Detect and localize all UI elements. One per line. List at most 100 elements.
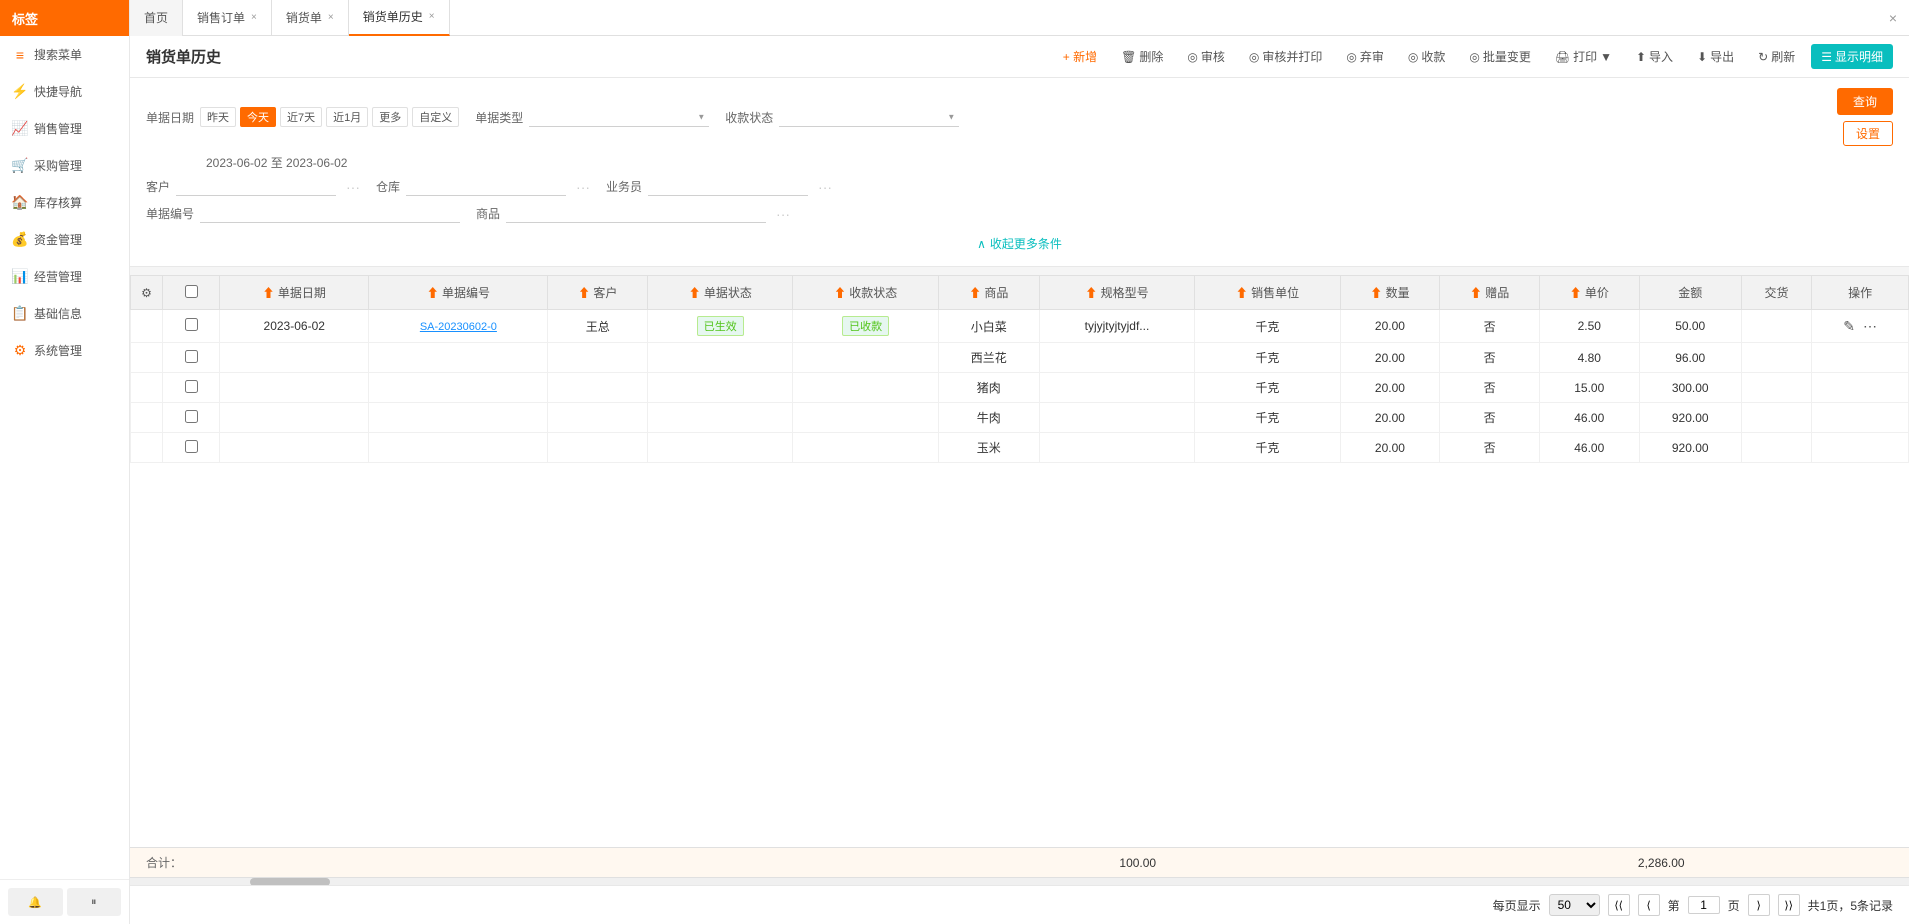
gear-col-header[interactable]: ⚙	[131, 276, 163, 310]
collect-button[interactable]: ◎ 收款	[1400, 44, 1454, 69]
goods-dots-btn[interactable]: ···	[776, 206, 790, 222]
tab-bar-close-all[interactable]: ×	[1877, 10, 1909, 26]
tab-sales-goods-close[interactable]: ×	[328, 12, 334, 23]
audit-button[interactable]: ◎ 审核	[1179, 44, 1233, 69]
checkbox-cell[interactable]	[163, 310, 220, 343]
sidebar-item-base-info[interactable]: 📋 基础信息	[0, 295, 129, 332]
abandon-button[interactable]: ◎ 弃审	[1338, 44, 1392, 69]
date-shortcut-more[interactable]: 更多	[372, 107, 408, 127]
doc-status-col-header[interactable]: ⬆ 单据状态	[648, 276, 793, 310]
row-checkbox[interactable]	[185, 318, 198, 331]
sidebar-notification-btn[interactable]: 🔔	[8, 888, 63, 916]
query-button[interactable]: 查询	[1837, 88, 1893, 115]
refresh-button[interactable]: ↻ 刷新	[1750, 44, 1803, 69]
checkbox-cell[interactable]	[163, 433, 220, 463]
edit-btn[interactable]: ✎	[1843, 318, 1855, 335]
gift-col-header[interactable]: ⬆ 赠品	[1440, 276, 1540, 310]
sidebar-item-inventory[interactable]: 🏠 库存核算	[0, 184, 129, 221]
tab-sales-order-close[interactable]: ×	[251, 12, 257, 23]
sidebar-item-search-menu[interactable]: ≡ 搜索菜单	[0, 36, 129, 73]
sidebar-item-purchase-mgmt[interactable]: 🛒 采购管理	[0, 147, 129, 184]
collapse-button[interactable]: ∧ 收起更多条件	[146, 231, 1893, 256]
show-detail-button[interactable]: ☰ 显示明细	[1811, 44, 1893, 69]
date-shortcut-7days[interactable]: 近7天	[280, 107, 322, 127]
sidebar-item-label: 搜索菜单	[34, 46, 82, 63]
date-shortcut-custom[interactable]: 自定义	[412, 107, 459, 127]
tab-home[interactable]: 首页	[130, 0, 183, 36]
unit-cell: 千克	[1195, 373, 1340, 403]
sidebar-item-finance[interactable]: 💰 资金管理	[0, 221, 129, 258]
qty-col-header[interactable]: ⬆ 数量	[1340, 276, 1440, 310]
collect-status-filter: 收款状态	[725, 108, 959, 127]
spec-col-header[interactable]: ⬆ 规格型号	[1039, 276, 1195, 310]
doc-no-col-header[interactable]: ⬆ 单据编号	[369, 276, 548, 310]
new-button[interactable]: + 新增	[1055, 44, 1105, 69]
customer-dots-btn[interactable]: ···	[346, 179, 360, 195]
page-number-input[interactable]	[1688, 896, 1720, 914]
per-page-select[interactable]: 10 20 50 100	[1549, 894, 1600, 916]
unit-col-header[interactable]: ⬆ 销售单位	[1195, 276, 1340, 310]
customer-input[interactable]	[176, 177, 336, 196]
sidebar-item-sys-mgmt[interactable]: ⚙ 系统管理	[0, 332, 129, 369]
tab-sales-order[interactable]: 销售订单 ×	[183, 0, 272, 36]
tab-sales-history[interactable]: 销货单历史 ×	[349, 0, 450, 36]
row-checkbox[interactable]	[185, 350, 198, 363]
tab-sales-history-close[interactable]: ×	[429, 11, 435, 22]
date-shortcuts: 昨天 今天 近7天 近1月 更多 自定义	[200, 107, 459, 127]
date-cell	[220, 433, 369, 463]
checkbox-col-header[interactable]	[163, 276, 220, 310]
audit-print-button[interactable]: ◎ 审核并打印	[1241, 44, 1331, 69]
staff-dots-btn[interactable]: ···	[818, 179, 832, 195]
goods-col-header[interactable]: ⬆ 商品	[938, 276, 1039, 310]
sidebar-pause-btn[interactable]: ⏸	[67, 888, 122, 916]
doc-type-select[interactable]	[529, 108, 709, 127]
date-col-header[interactable]: ⬆ 单据日期	[220, 276, 369, 310]
row-checkbox[interactable]	[185, 440, 198, 453]
page-prev-btn[interactable]: ⟨	[1638, 894, 1660, 916]
price-col-header[interactable]: ⬆ 单价	[1539, 276, 1639, 310]
set-button[interactable]: 设置	[1843, 121, 1893, 146]
collect-status-select[interactable]	[779, 108, 959, 127]
export-btn-label: 导出	[1710, 48, 1734, 65]
goods-cell: 牛肉	[938, 403, 1039, 433]
date-shortcut-yesterday[interactable]: 昨天	[200, 107, 236, 127]
row-checkbox[interactable]	[185, 380, 198, 393]
scrollbar-area[interactable]	[130, 877, 1909, 885]
page-first-btn[interactable]: ⟨⟨	[1608, 894, 1630, 916]
batch-change-button[interactable]: ◎ 批量变更	[1461, 44, 1539, 69]
tab-sales-goods[interactable]: 销货单 ×	[272, 0, 349, 36]
collect-status-col-header[interactable]: ⬆ 收款状态	[793, 276, 938, 310]
date-shortcut-today[interactable]: 今天	[240, 107, 276, 127]
more-btn[interactable]: ⋯	[1863, 318, 1877, 335]
page-label-after: 页	[1728, 897, 1740, 914]
delete-button[interactable]: 🗑 删除	[1113, 44, 1171, 69]
goods-input[interactable]	[506, 204, 766, 223]
sidebar-item-ops[interactable]: 📊 经营管理	[0, 258, 129, 295]
page-last-btn[interactable]: ⟩⟩	[1778, 894, 1800, 916]
sort-icon: ⬆	[1085, 286, 1097, 300]
doc-no-label: 单据编号	[146, 205, 194, 222]
date-shortcut-1month[interactable]: 近1月	[326, 107, 368, 127]
gear-cell	[131, 433, 163, 463]
staff-input[interactable]	[648, 177, 808, 196]
sidebar-item-sales-mgmt[interactable]: 📈 销售管理	[0, 110, 129, 147]
doc-no-input[interactable]	[200, 204, 460, 223]
row-checkbox[interactable]	[185, 410, 198, 423]
checkbox-cell[interactable]	[163, 373, 220, 403]
import-button[interactable]: ⬆ 导入	[1628, 44, 1681, 69]
checkbox-cell[interactable]	[163, 403, 220, 433]
batch-change-icon: ◎	[1469, 50, 1479, 64]
customer-col-header[interactable]: ⬆ 客户	[548, 276, 648, 310]
inventory-icon: 🏠	[12, 195, 28, 211]
page-next-btn[interactable]: ⟩	[1748, 894, 1770, 916]
print-button[interactable]: 🖨 打印 ▼	[1547, 44, 1620, 69]
select-all-checkbox[interactable]	[185, 285, 198, 298]
transaction-cell	[1741, 403, 1811, 433]
warehouse-input[interactable]	[406, 177, 566, 196]
sort-icon: ⬆	[969, 286, 981, 300]
warehouse-dots-btn[interactable]: ···	[576, 179, 590, 195]
doc-no-link[interactable]: SA-20230602-0	[420, 321, 497, 333]
checkbox-cell[interactable]	[163, 343, 220, 373]
sidebar-item-quick-nav[interactable]: ⚡ 快捷导航	[0, 73, 129, 110]
export-button[interactable]: ⬇ 导出	[1689, 44, 1742, 69]
